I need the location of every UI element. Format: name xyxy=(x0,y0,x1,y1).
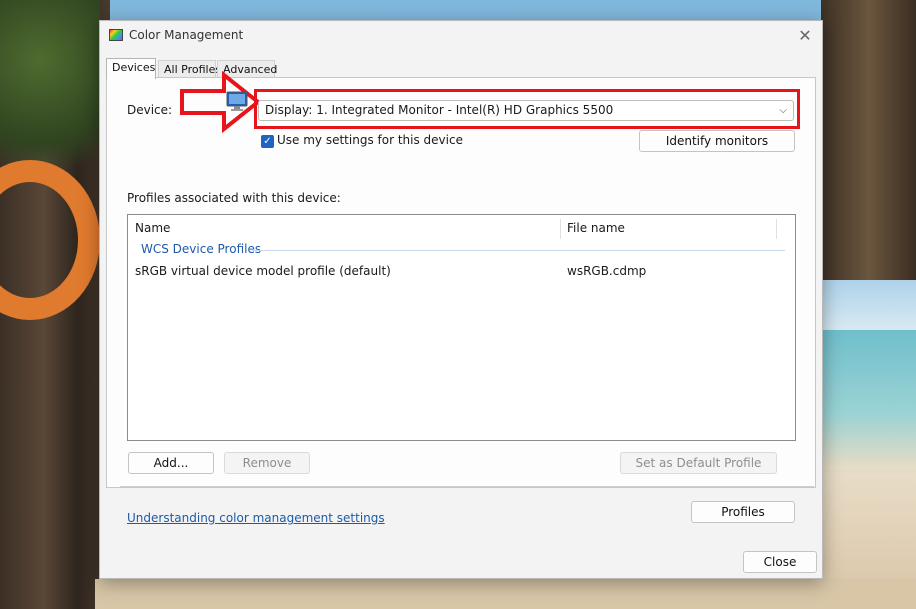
column-header-name[interactable]: Name xyxy=(135,221,170,235)
identify-monitors-button[interactable]: Identify monitors xyxy=(639,130,795,152)
red-arrow-annotation xyxy=(180,71,262,133)
desktop-tree-right xyxy=(821,0,916,280)
desktop-sand xyxy=(95,579,916,609)
profiles-list[interactable]: Name File name WCS Device Profiles sRGB … xyxy=(127,214,796,441)
title-bar[interactable]: Color Management ✕ xyxy=(100,21,822,51)
use-my-settings-checkbox[interactable]: ✓ xyxy=(261,135,274,148)
device-label: Device: xyxy=(127,103,173,117)
add-button[interactable]: Add... xyxy=(128,452,214,474)
profiles-heading: Profiles associated with this device: xyxy=(127,191,341,205)
desktop-sea xyxy=(821,330,916,470)
column-separator[interactable] xyxy=(560,219,561,239)
table-row-file[interactable]: wsRGB.cdmp xyxy=(567,264,646,278)
group-label: WCS Device Profiles xyxy=(141,242,262,256)
table-row-name[interactable]: sRGB virtual device model profile (defau… xyxy=(135,264,391,278)
color-management-icon xyxy=(109,29,123,41)
close-button[interactable]: Close xyxy=(743,551,817,573)
color-management-help-link[interactable]: Understanding color management settings xyxy=(127,511,385,525)
use-my-settings-label[interactable]: Use my settings for this device xyxy=(277,133,463,147)
divider xyxy=(120,486,814,487)
close-icon[interactable]: ✕ xyxy=(794,25,816,47)
tab-devices[interactable]: Devices xyxy=(106,58,156,79)
column-separator[interactable] xyxy=(776,219,777,239)
column-header-file-name[interactable]: File name xyxy=(567,221,625,235)
remove-button[interactable]: Remove xyxy=(224,452,310,474)
red-highlight-annotation xyxy=(254,89,800,129)
color-management-window: Color Management ✕ Devices All Profiles … xyxy=(99,20,823,579)
window-title: Color Management xyxy=(129,28,244,42)
profiles-button[interactable]: Profiles xyxy=(691,501,795,523)
set-default-profile-button[interactable]: Set as Default Profile xyxy=(620,452,777,474)
group-divider xyxy=(252,250,785,251)
monitor-icon xyxy=(226,91,248,111)
